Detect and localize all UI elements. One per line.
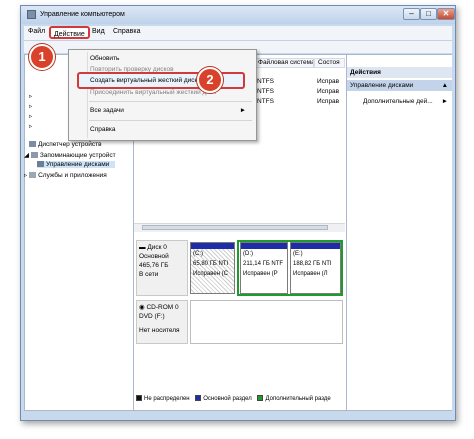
create-vhd-label: Создать виртуальный жесткий диск — [90, 77, 198, 84]
partition-size: 65,80 ГБ NTI — [193, 261, 229, 267]
row-fs: NTFS — [257, 88, 274, 95]
legend-unallocated-swatch — [136, 395, 142, 401]
cdrom-area[interactable] — [190, 300, 343, 344]
disk-state: В сети — [139, 271, 159, 278]
menu-view[interactable]: Вид — [92, 28, 105, 35]
menu-action[interactable]: Действие — [49, 26, 90, 39]
actions-more[interactable]: Дополнительные дей... ► — [347, 96, 452, 107]
computer-management-window: Управление компьютером – □ ✕ Файл Действ… — [20, 5, 456, 421]
cdrom-type: DVD (F:) — [139, 313, 165, 320]
partition-e[interactable]: (E:) 188,82 ГБ NTI Исправен (Л — [290, 242, 341, 294]
actions-group[interactable]: Управление дисками ▲ — [347, 80, 452, 91]
partition-status: Исправен (С — [193, 271, 229, 277]
tree-item-label: Службы и приложения — [38, 172, 107, 179]
callout-1: 1 — [29, 44, 55, 70]
partition-d[interactable]: (D:) 211,14 ГБ NTF Исправен (Р — [240, 242, 288, 294]
disk-icon: ▬ — [139, 244, 146, 251]
computer-management-icon — [27, 10, 36, 19]
callout-2: 2 — [197, 67, 223, 93]
tree-item-label: Диспетчер устройств — [38, 141, 102, 148]
storage-icon — [30, 152, 38, 158]
tree-item-services[interactable]: ▹ Службы и приложения — [24, 171, 107, 179]
menu-file[interactable]: Файл — [28, 28, 45, 35]
tree-item-expander[interactable]: ▹ — [29, 92, 32, 100]
legend-extended: Дополнительный разде — [265, 396, 331, 402]
legend: Не распределен Основной раздел Дополните… — [134, 395, 345, 407]
disk-name-text: Диск 0 — [147, 244, 167, 251]
disk-type: Основной — [139, 253, 169, 260]
all-tasks-label: Все задачи — [90, 107, 124, 114]
partition-name: (D:) — [243, 251, 253, 257]
legend-primary-swatch — [195, 395, 202, 401]
disk-0-label[interactable]: ▬ Диск 0 Основной 465,76 ГБ В сети — [136, 240, 188, 296]
menu-bar: Файл Действие Вид Справка — [24, 26, 452, 41]
submenu-arrow-icon: ► — [239, 107, 246, 114]
menu-separator — [89, 120, 252, 121]
disk-map: ▬ Диск 0 Основной 465,76 ГБ В сети (C:) … — [134, 240, 345, 390]
services-icon — [29, 172, 37, 178]
cdrom-label[interactable]: ◉ CD-ROM 0 DVD (F:) Нет носителя — [136, 300, 188, 344]
submenu-arrow-icon: ► — [441, 98, 448, 105]
action-dropdown-menu: Обновить Повторить проверку дисков Присо… — [68, 49, 257, 141]
partition-name: (E:) — [293, 251, 303, 257]
actions-title: Действия — [347, 67, 452, 78]
minimize-button[interactable]: – — [403, 8, 420, 20]
disk-management-icon — [37, 161, 44, 167]
cdrom-state: Нет носителя — [139, 327, 180, 334]
row-status: Исправ — [317, 98, 340, 105]
actions-pane: Действия Управление дисками ▲ Дополнитель… — [346, 55, 452, 410]
menu-help[interactable]: Справка — [113, 28, 140, 35]
maximize-button[interactable]: □ — [420, 8, 437, 20]
tree-item-label: Управление дисками — [46, 161, 110, 168]
partition-status: Исправен (Л — [293, 271, 328, 277]
menu-item-all-tasks[interactable]: Все задачи ► — [69, 105, 254, 117]
row-status: Исправ — [317, 88, 340, 95]
disk-name: ▬ Диск 0 — [139, 243, 185, 252]
tree-item-expander[interactable]: ▹ — [29, 102, 32, 110]
cdrom-name: ◉ CD-ROM 0 — [139, 303, 185, 312]
actions-more-label: Дополнительные дей... — [363, 98, 433, 105]
partition-size: 211,14 ГБ NTF — [243, 261, 284, 267]
legend-primary: Основной раздел — [203, 396, 252, 402]
menu-item-help[interactable]: Справка — [69, 124, 254, 136]
header-filesystem[interactable]: Файловая система — [254, 58, 314, 68]
tree-item-disk-management[interactable]: Управление дисками — [37, 161, 116, 168]
tree-item-label: Запоминающие устройст — [39, 152, 116, 159]
tree-item-expander[interactable]: ▹ — [29, 112, 32, 120]
cdrom-icon: ◉ — [139, 304, 145, 311]
actions-group-label: Управление дисками — [350, 82, 414, 89]
menu-separator — [89, 101, 252, 102]
legend-extended-swatch — [257, 395, 264, 401]
legend-unallocated: Не распределен — [144, 396, 190, 402]
row-status: Исправ — [317, 78, 340, 85]
partition-name: (C:) — [193, 251, 203, 257]
scrollbar-thumb[interactable] — [142, 225, 328, 230]
row-fs: NTFS — [257, 78, 274, 85]
row-fs: NTFS — [257, 98, 274, 105]
header-status[interactable]: Состоя — [314, 58, 345, 68]
partition-size: 188,82 ГБ NTI — [293, 261, 332, 267]
disk-size: 465,76 ГБ — [139, 262, 169, 269]
partition-status: Исправен (Р — [243, 271, 278, 277]
device-manager-icon — [29, 141, 36, 147]
horizontal-scrollbar[interactable] — [134, 223, 345, 232]
partition-c[interactable]: (C:) 65,80 ГБ NTI Исправен (С — [190, 242, 235, 294]
window-title: Управление компьютером — [40, 11, 125, 18]
title-bar: Управление компьютером – □ ✕ — [21, 6, 455, 24]
cdrom-name-text: CD-ROM 0 — [146, 304, 179, 311]
tree-item-device-manager[interactable]: Диспетчер устройств — [29, 141, 102, 148]
close-button[interactable]: ✕ — [437, 8, 455, 20]
tree-item-storage[interactable]: ◢ Запоминающие устройст — [24, 151, 116, 159]
tree-item-expander[interactable]: ▹ — [29, 122, 32, 130]
collapse-icon: ▲ — [441, 82, 448, 89]
